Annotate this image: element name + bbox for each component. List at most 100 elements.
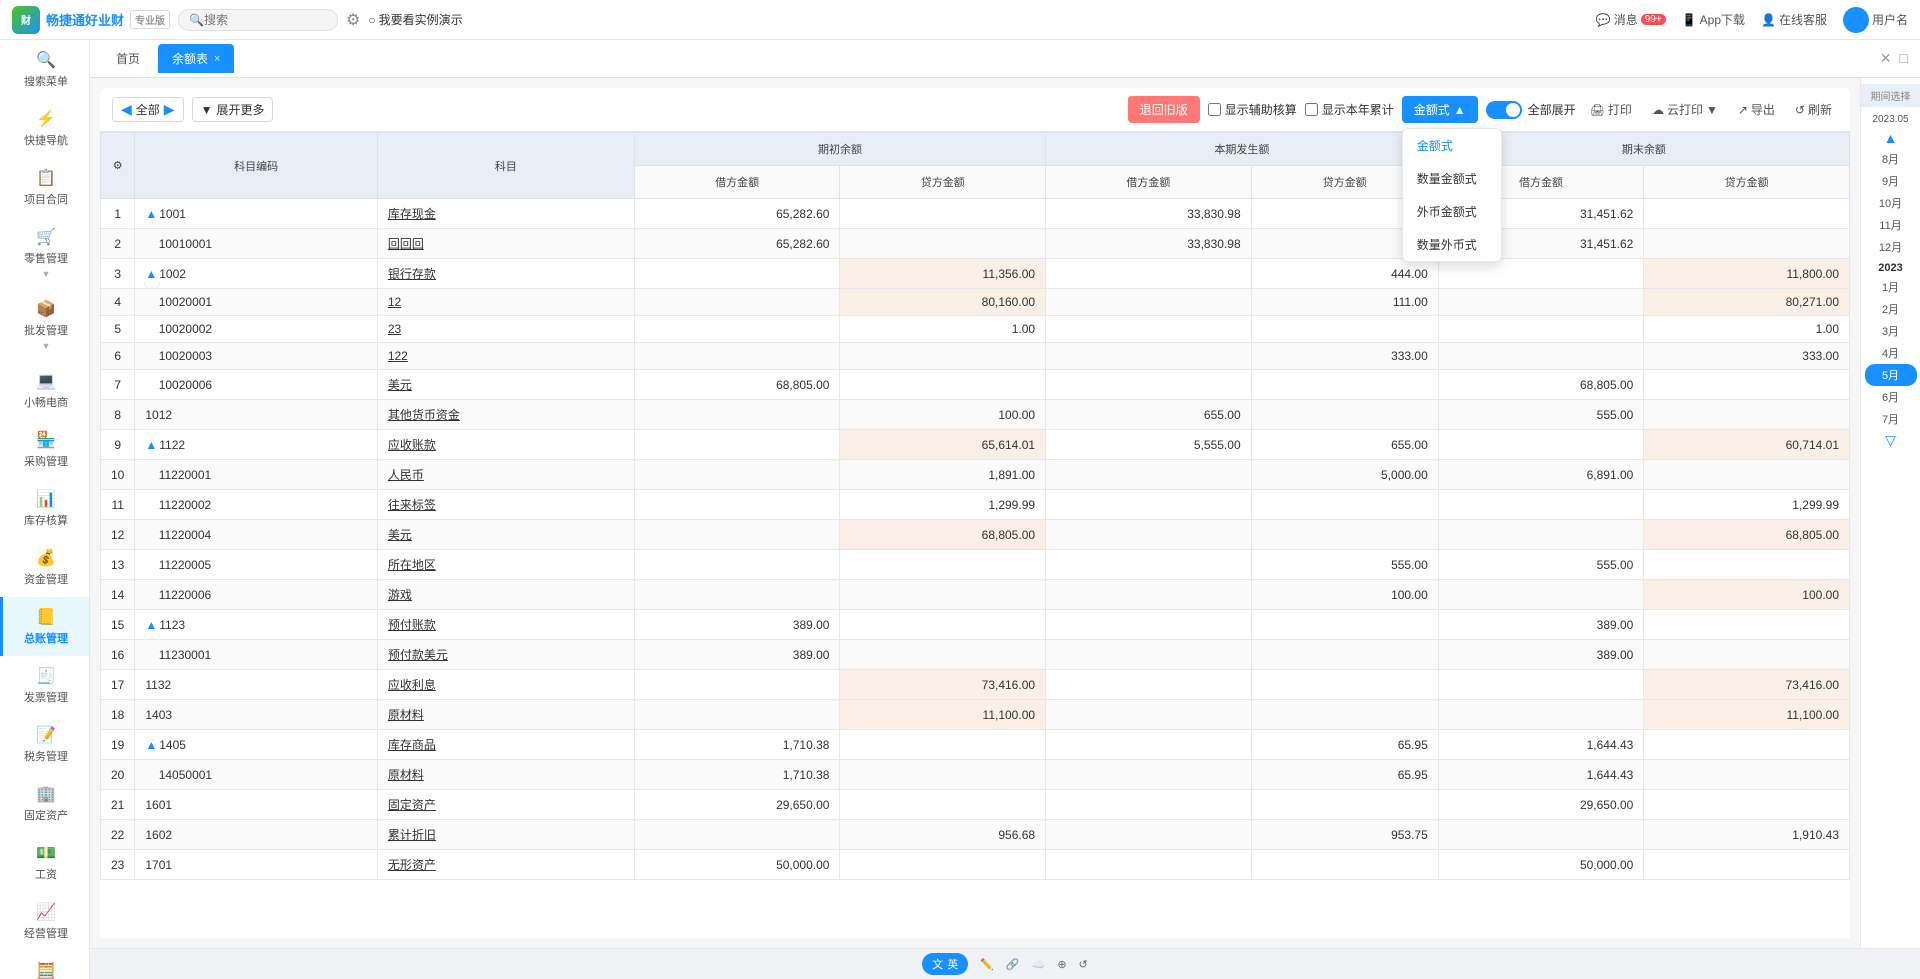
- toolbar: ◀ 全部 ▶ ▼ 展开更多 退回旧版 显示辅助核算: [100, 88, 1850, 132]
- cell-no: 1: [101, 199, 135, 229]
- win-max-icon[interactable]: □: [1900, 50, 1908, 67]
- cell-code: 10020001: [135, 289, 377, 316]
- cell-no: 18: [101, 700, 135, 730]
- service-btn[interactable]: 👤 在线客服: [1761, 11, 1827, 28]
- rs-down-btn[interactable]: ▽: [1885, 432, 1896, 449]
- table-wrapper[interactable]: ⚙ 科目编码 科目 期初余额 本期发生额 期末余额 借方金额 贷方金额 借方金额: [100, 132, 1850, 938]
- balance-table: ⚙ 科目编码 科目 期初余额 本期发生额 期末余额 借方金额 贷方金额 借方金额: [100, 132, 1850, 880]
- show-assist-checkbox[interactable]: 显示辅助核算: [1208, 101, 1297, 118]
- cell-p-debit: [1046, 550, 1252, 580]
- sidebar-item-invoice[interactable]: 🧾 发票管理: [0, 656, 89, 715]
- rs-month-9[interactable]: 9月: [1865, 170, 1917, 192]
- sidebar-item-accounting[interactable]: 📒 总账管理: [0, 597, 89, 656]
- rs-month-1[interactable]: 1月: [1865, 276, 1917, 298]
- sidebar-item-shortcut[interactable]: ⚡ 快捷导航: [0, 99, 89, 158]
- rs-up-btn[interactable]: ▲: [1884, 130, 1898, 146]
- sidebar-item-report[interactable]: 🧮 小畅报销: [0, 951, 89, 979]
- style-option-qty-foreign[interactable]: 数量外币式: [1403, 228, 1501, 261]
- print-btn[interactable]: 🖨 打印: [1584, 98, 1638, 121]
- tab-close-icon[interactable]: ×: [214, 53, 220, 65]
- cell-no: 9: [101, 430, 135, 460]
- back-btn[interactable]: 退回旧版: [1128, 96, 1200, 123]
- cell-cl-credit: 80,271.00: [1644, 289, 1850, 316]
- export-btn[interactable]: ↗ 导出: [1732, 98, 1781, 121]
- app-name: 畅捷通好业财: [46, 10, 124, 29]
- search-bar[interactable]: 🔍: [178, 9, 338, 31]
- cell-no: 4: [101, 289, 135, 316]
- app-dl-btn[interactable]: 📱 App下载: [1682, 11, 1745, 28]
- msg-btn[interactable]: 💬 消息 99+: [1596, 11, 1666, 28]
- rs-month-11[interactable]: 11月: [1865, 214, 1917, 236]
- cell-code: ▲1123: [135, 610, 377, 640]
- expand-all-toggle[interactable]: 全部展开: [1486, 101, 1576, 119]
- cell-p-credit: 5,000.00: [1251, 460, 1438, 490]
- refresh-btn[interactable]: ↺ 刷新: [1789, 98, 1838, 121]
- sidebar-item-retail[interactable]: 🛒 零售管理 ▼: [0, 217, 89, 289]
- rs-month-4[interactable]: 4月: [1865, 342, 1917, 364]
- cell-subject: 预付账款: [377, 610, 634, 640]
- sidebar-item-operations[interactable]: 📈 经营管理: [0, 892, 89, 951]
- refresh-icon: ↺: [1795, 103, 1805, 117]
- cell-p-debit: [1046, 370, 1252, 400]
- link-icon[interactable]: 🔗: [1006, 958, 1020, 971]
- demo-icon: ○: [368, 13, 375, 27]
- sidebar-label: 固定资产: [24, 807, 68, 823]
- toggle-switch[interactable]: [1486, 101, 1522, 119]
- ytd-checkbox-input[interactable]: [1305, 103, 1318, 116]
- show-ytd-checkbox[interactable]: 显示本年累计: [1305, 101, 1394, 118]
- user-area[interactable]: 用户名: [1843, 7, 1908, 33]
- sidebar-item-ecommerce[interactable]: 💻 小畅电商: [0, 361, 89, 420]
- cell-no: 7: [101, 370, 135, 400]
- rs-month-10[interactable]: 10月: [1865, 192, 1917, 214]
- assist-checkbox-input[interactable]: [1208, 103, 1221, 116]
- sidebar-item-search[interactable]: 🔍 搜索菜单: [0, 40, 89, 99]
- sidebar-item-inventory[interactable]: 📊 库存核算: [0, 479, 89, 538]
- settings-icon[interactable]: ⚙: [346, 10, 360, 30]
- expand-more-btn[interactable]: ▼ 展开更多: [192, 97, 274, 122]
- cloud-icon[interactable]: ☁️: [1032, 958, 1046, 971]
- style-btn[interactable]: 金额式 ▲: [1402, 96, 1478, 123]
- cloud-print-btn[interactable]: ☁ 云打印 ▼: [1646, 98, 1724, 121]
- translate-btn[interactable]: 文 英: [922, 953, 968, 975]
- cell-code: 10020006: [135, 370, 377, 400]
- cell-p-credit: [1251, 610, 1438, 640]
- cell-code: 11220005: [135, 550, 377, 580]
- rs-month-7[interactable]: 7月: [1865, 408, 1917, 430]
- filter-tag[interactable]: ◀ 全部 ▶: [112, 97, 184, 122]
- edit-icon[interactable]: ✏️: [980, 958, 994, 971]
- sidebar-item-tax[interactable]: 📝 税务管理: [0, 715, 89, 774]
- sidebar-item-purchase[interactable]: 🏪 采购管理: [0, 420, 89, 479]
- cell-no: 11: [101, 490, 135, 520]
- tab-home[interactable]: 首页: [102, 44, 154, 73]
- rs-month-8[interactable]: 8月: [1865, 148, 1917, 170]
- th-settings[interactable]: ⚙: [101, 133, 135, 199]
- cell-op-debit: [634, 490, 840, 520]
- style-option-amount[interactable]: 金额式: [1403, 129, 1501, 162]
- sidebar-item-salary[interactable]: 💵 工资: [0, 833, 89, 892]
- demo-btn[interactable]: ○ 我要看实例演示: [368, 11, 462, 28]
- rs-month-6[interactable]: 6月: [1865, 386, 1917, 408]
- rs-month-3[interactable]: 3月: [1865, 320, 1917, 342]
- tab-bar: 首页 余额表 × ✕ □: [90, 40, 1920, 78]
- table-row: 23 1701 无形资产 50,000.00 50,000.00: [101, 850, 1850, 880]
- tab-balance[interactable]: 余额表 ×: [158, 44, 234, 73]
- sidebar-item-wholesale[interactable]: 📦 批发管理 ▼: [0, 289, 89, 361]
- sync-icon[interactable]: ↺: [1079, 958, 1088, 971]
- expand-arrow: ▼: [201, 103, 213, 117]
- add-icon[interactable]: ⊕: [1057, 958, 1066, 971]
- right-sidebar: 期间选择 2023.05 ▲ 8月 9月 10月 11月 12月 2023 1月…: [1860, 78, 1920, 948]
- rs-month-12[interactable]: 12月: [1865, 236, 1917, 258]
- sidebar-item-contract[interactable]: 📋 项目合同: [0, 158, 89, 217]
- style-option-foreign-amount[interactable]: 外币金额式: [1403, 195, 1501, 228]
- cell-p-credit: [1251, 670, 1438, 700]
- sidebar-item-capital[interactable]: 💰 资金管理: [0, 538, 89, 597]
- cell-op-credit: [840, 580, 1046, 610]
- sidebar-item-assets[interactable]: 🏢 固定资产: [0, 774, 89, 833]
- rs-month-2[interactable]: 2月: [1865, 298, 1917, 320]
- app-dl-icon: 📱: [1682, 13, 1697, 27]
- style-option-qty-amount[interactable]: 数量金额式: [1403, 162, 1501, 195]
- win-close-icon[interactable]: ✕: [1880, 50, 1892, 67]
- rs-month-5[interactable]: 5月: [1865, 364, 1917, 386]
- search-input[interactable]: [204, 13, 324, 27]
- cell-cl-credit: 1,910.43: [1644, 820, 1850, 850]
